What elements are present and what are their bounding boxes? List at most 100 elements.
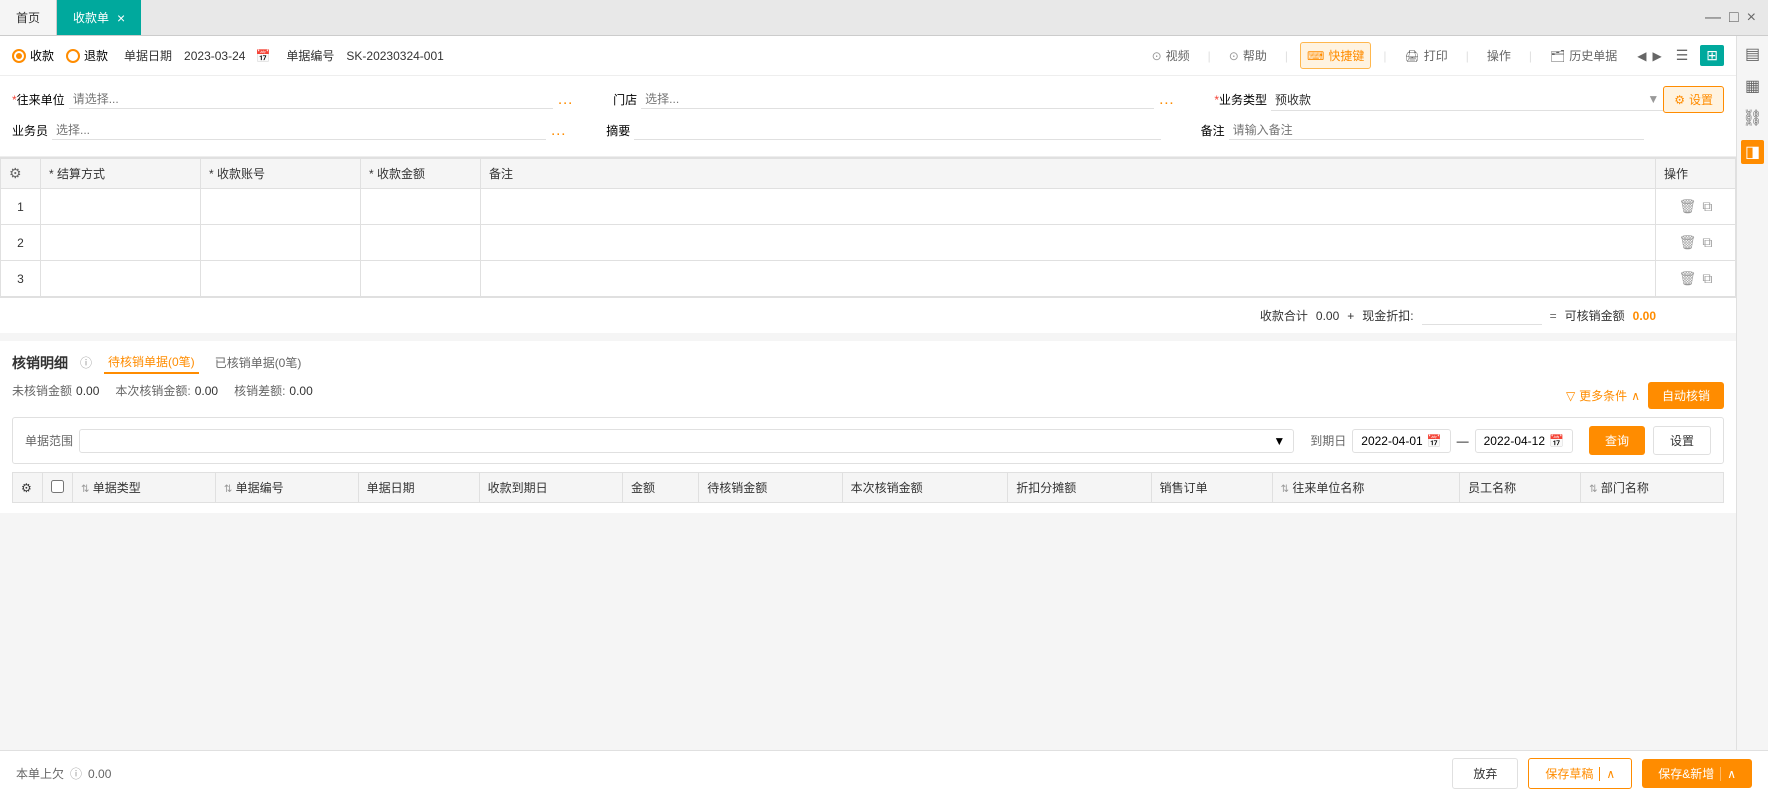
staff-more-button[interactable]: … <box>550 122 566 140</box>
radio-refund[interactable]: 退款 <box>66 47 108 64</box>
copy-icon-3[interactable]: ⧉ <box>1702 270 1712 287</box>
col-counterparty-label: 往来单位名称 <box>1292 481 1364 495</box>
sidebar-link-icon[interactable]: ⛓ <box>1742 108 1762 128</box>
row-amount-3[interactable] <box>361 261 481 297</box>
tab-pending[interactable]: 待核销单据(0笔) <box>104 351 199 374</box>
net-value: 0.00 <box>1633 309 1656 323</box>
col-current: 本次核销金额 <box>842 473 1008 503</box>
sidebar-table-icon[interactable]: ▤ <box>1745 44 1760 64</box>
row-settle-3[interactable] <box>41 261 201 297</box>
tab-active-label: 收款单 <box>73 9 109 26</box>
filter-icon: ▽ <box>1566 389 1575 403</box>
query-button[interactable]: 查询 <box>1589 426 1645 455</box>
select-all-checkbox[interactable] <box>51 480 64 493</box>
form-row-1: * 往来单位 … 门店 … * 业务类型 预收款 ▼ <box>12 86 1724 113</box>
more-conditions-button[interactable]: ▽ 更多条件 ∧ <box>1566 387 1640 404</box>
save-draft-arrow[interactable]: ∧ <box>1599 767 1615 781</box>
remark-input[interactable] <box>1229 121 1644 140</box>
summary-input[interactable] <box>634 121 1160 140</box>
col-counterparty: ⇅ 往来单位名称 <box>1272 473 1460 503</box>
bottom-table-settings-icon[interactable]: ⚙ <box>21 481 32 495</box>
current-label: 本次核销金额: <box>115 382 190 399</box>
radio-receive[interactable]: 收款 <box>12 47 54 64</box>
nuclear-section: 核销明细 ⓘ 待核销单据(0笔) 已核销单据(0笔) 未核销金额 0.00 本次… <box>0 341 1736 513</box>
maximize-button[interactable]: □ <box>1729 9 1739 27</box>
auto-clear-button[interactable]: 自动核销 <box>1648 382 1724 409</box>
operations-button[interactable]: 操作 <box>1481 43 1517 68</box>
remark-field: 备注 <box>1201 121 1644 140</box>
row-account-3[interactable] <box>201 261 361 297</box>
row-amount-1[interactable] <box>361 189 481 225</box>
nuclear-settings-button[interactable]: 设置 <box>1653 426 1711 455</box>
minimize-button[interactable]: — <box>1705 9 1721 27</box>
search-buttons: 查询 设置 <box>1589 426 1711 455</box>
row-remark-3[interactable] <box>481 261 1656 297</box>
save-new-button[interactable]: 保存&新增 ∧ <box>1642 759 1752 788</box>
col-dept-label: 部门名称 <box>1601 481 1649 495</box>
col-settle-header: * 结算方式 <box>41 159 201 189</box>
store-more-button[interactable]: … <box>1158 91 1174 109</box>
history-button[interactable]: 🗂 历史单据 <box>1544 43 1623 68</box>
print-button[interactable]: 🖨 打印 <box>1398 43 1453 68</box>
counterparty-input[interactable] <box>69 90 553 109</box>
row-action-3: 🗑 ⧉ <box>1656 261 1736 297</box>
print-label: 打印 <box>1424 47 1448 64</box>
discount-input[interactable] <box>1422 306 1542 325</box>
filter-right: ▽ 更多条件 ∧ 自动核销 <box>1566 382 1724 409</box>
tab-close-icon[interactable]: × <box>117 10 125 26</box>
list-view-icon[interactable]: ☰ <box>1676 47 1689 64</box>
copy-icon-1[interactable]: ⧉ <box>1702 198 1712 215</box>
date-to-input[interactable]: 2022-04-12 📅 <box>1475 429 1573 453</box>
doc-date-calendar-icon[interactable]: 📅 <box>255 49 270 63</box>
close-button[interactable]: × <box>1747 9 1756 27</box>
shortcut-label: 快捷键 <box>1328 47 1364 64</box>
row-settle-2[interactable] <box>41 225 201 261</box>
doc-date-value: 2023-03-24 <box>184 49 245 63</box>
form-settings-button[interactable]: ⚙ 设置 <box>1663 86 1724 113</box>
col-type-label: 单据类型 <box>93 481 141 495</box>
shortcut-button[interactable]: ⌨ 快捷键 <box>1300 42 1371 69</box>
sidebar-expand-icon[interactable]: ◨ <box>1741 140 1764 164</box>
calendar-to-icon: 📅 <box>1549 434 1564 448</box>
sidebar-grid-icon[interactable]: ▦ <box>1745 76 1760 96</box>
date-from-input[interactable]: 2022-04-01 📅 <box>1352 429 1450 453</box>
row-action-2: 🗑 ⧉ <box>1656 225 1736 261</box>
col-number: ⇅ 单据编号 <box>215 473 358 503</box>
settings-gear-icon: ⚙ <box>1674 93 1685 107</box>
counterparty-more-button[interactable]: … <box>557 91 573 109</box>
save-new-arrow[interactable]: ∧ <box>1720 767 1736 781</box>
tab-done[interactable]: 已核销单据(0笔) <box>211 352 306 373</box>
col-action-header: 操作 <box>1656 159 1736 189</box>
right-sidebar: ▤ ▦ ⛓ ◨ <box>1736 36 1768 750</box>
row-amount-2[interactable] <box>361 225 481 261</box>
prev-arrow[interactable]: ◀ <box>1635 47 1648 65</box>
row-num-1: 1 <box>1 189 41 225</box>
row-remark-1[interactable] <box>481 189 1656 225</box>
delete-icon-3[interactable]: 🗑 <box>1679 270 1697 287</box>
tab-active[interactable]: 收款单 × <box>57 0 141 35</box>
help-button[interactable]: ⊙ 帮助 <box>1223 43 1273 68</box>
row-account-2[interactable] <box>201 225 361 261</box>
delete-icon-1[interactable]: 🗑 <box>1679 198 1697 215</box>
next-arrow[interactable]: ▶ <box>1650 47 1663 65</box>
grid-view-icon[interactable]: ⊞ <box>1700 45 1724 66</box>
abandon-button[interactable]: 放弃 <box>1452 758 1518 789</box>
summary-label: 摘要 <box>606 122 630 139</box>
row-settle-1[interactable] <box>41 189 201 225</box>
copy-icon-2[interactable]: ⧉ <box>1702 234 1712 251</box>
info-icon: ⓘ <box>70 765 82 782</box>
delete-icon-2[interactable]: 🗑 <box>1679 234 1697 251</box>
toolbar-right: ⊙ 视频 | ⊙ 帮助 | ⌨ 快捷键 | 🖨 打印 | 操作 | <box>1146 42 1724 69</box>
row-remark-2[interactable] <box>481 225 1656 261</box>
tab-home[interactable]: 首页 <box>0 0 57 35</box>
nuclear-info-icon[interactable]: ⓘ <box>80 354 92 371</box>
save-draft-button[interactable]: 保存草稿 ∧ <box>1528 758 1632 789</box>
row-account-1[interactable] <box>201 189 361 225</box>
range-select[interactable]: ▼ <box>79 429 1294 453</box>
store-input[interactable] <box>641 90 1154 109</box>
col-pending: 待核销金额 <box>699 473 842 503</box>
staff-input[interactable] <box>52 121 546 140</box>
table-settings-icon[interactable]: ⚙ <box>9 165 22 181</box>
business-type-select[interactable]: 预收款 ▼ <box>1271 89 1663 111</box>
video-button[interactable]: ⊙ 视频 <box>1146 43 1196 68</box>
